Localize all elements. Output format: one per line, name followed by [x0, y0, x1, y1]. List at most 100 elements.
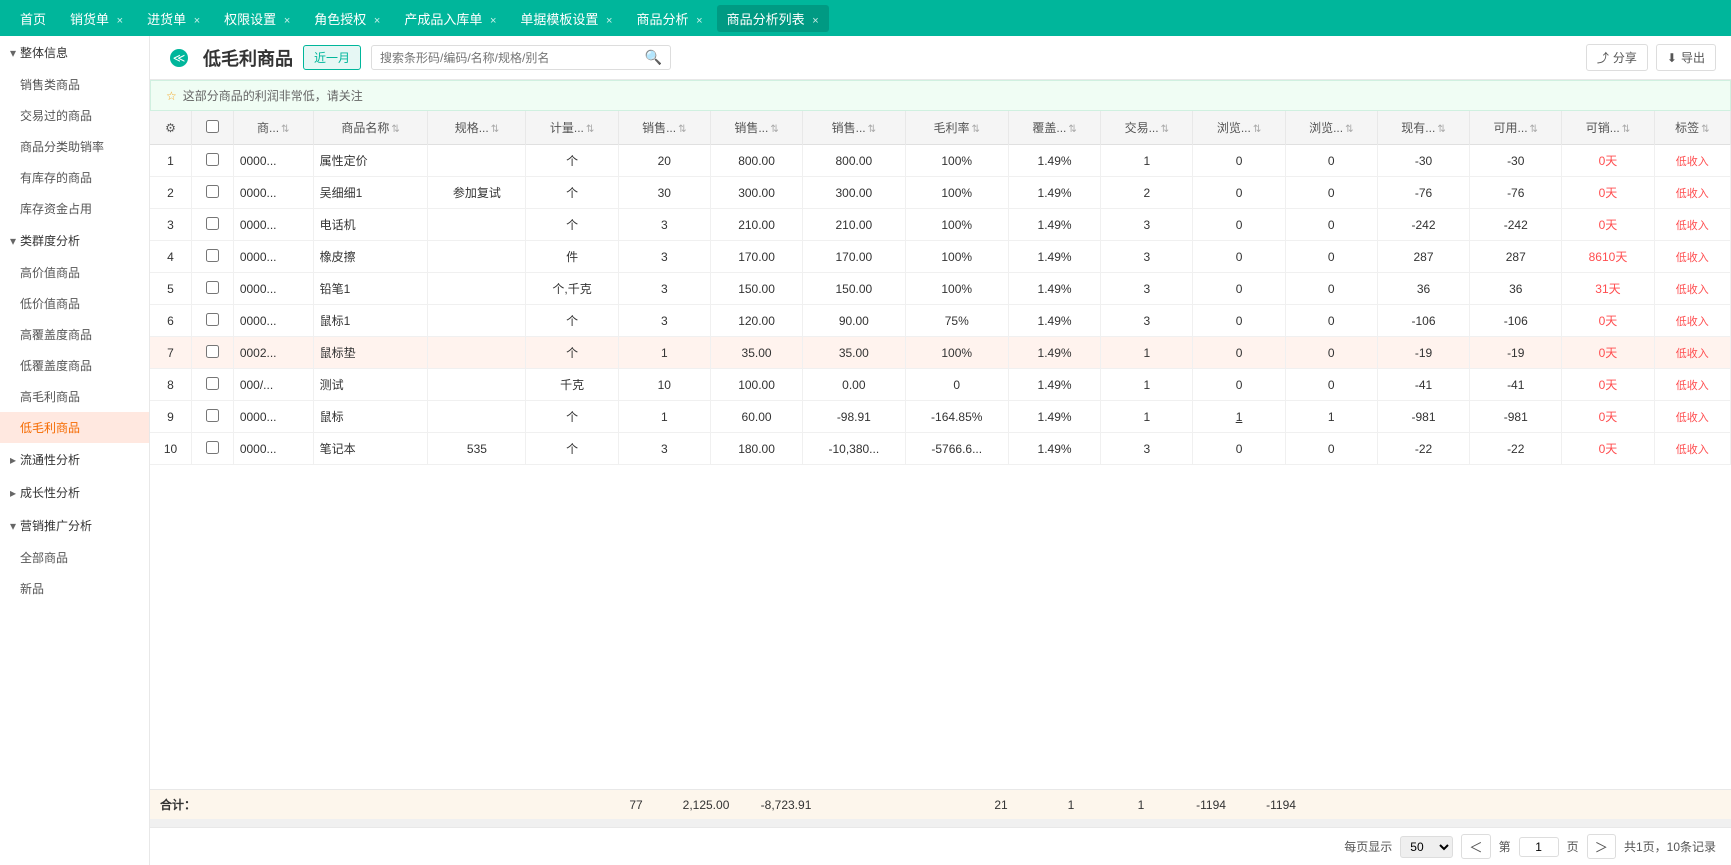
nav-goods-analysis-list[interactable]: 商品分析列表 × — [717, 5, 829, 32]
sidebar-group-flow[interactable]: ▸ 流通性分析 — [0, 443, 149, 476]
row-select-checkbox[interactable] — [206, 377, 219, 390]
row-current: -76 — [1377, 177, 1469, 209]
row-checkbox[interactable] — [192, 177, 234, 209]
th-code: 商...⇅ — [233, 111, 313, 145]
row-view1[interactable]: 0 — [1193, 273, 1285, 305]
row-checkbox[interactable] — [192, 305, 234, 337]
select-all-checkbox[interactable] — [206, 120, 219, 133]
row-select-checkbox[interactable] — [206, 441, 219, 454]
sidebar-item-new-goods[interactable]: 新品 — [0, 573, 149, 604]
page-number-input[interactable] — [1519, 837, 1559, 857]
row-unit: 个 — [526, 433, 618, 465]
sidebar-item-stock-goods[interactable]: 有库存的商品 — [0, 162, 149, 193]
sidebar-item-high-value[interactable]: 高价值商品 — [0, 257, 149, 288]
row-view1[interactable]: 0 — [1193, 305, 1285, 337]
row-checkbox[interactable] — [192, 209, 234, 241]
row-unit: 个 — [526, 209, 618, 241]
sidebar-item-low-margin[interactable]: 低毛利商品 — [0, 412, 149, 443]
sidebar-item-high-coverage[interactable]: 高覆盖度商品 — [0, 319, 149, 350]
sidebar-item-stock-capital[interactable]: 库存资金占用 — [0, 193, 149, 224]
nav-home[interactable]: 首页 — [10, 5, 56, 32]
page-size-select[interactable]: 50 100 200 — [1400, 836, 1453, 858]
search-input[interactable] — [380, 51, 645, 65]
row-available: -19 — [1470, 337, 1562, 369]
nav-permission[interactable]: 权限设置 × — [214, 5, 300, 32]
row-sale-amount: 300.00 — [803, 177, 905, 209]
nav-template[interactable]: 单据模板设置 × — [510, 5, 622, 32]
nav-goods-analysis[interactable]: 商品分析 × — [626, 5, 712, 32]
row-view2: 0 — [1285, 433, 1377, 465]
row-sale-qty: 20 — [618, 145, 710, 177]
row-sale-qty: 10 — [618, 369, 710, 401]
sidebar-item-traded-goods[interactable]: 交易过的商品 — [0, 100, 149, 131]
search-icon[interactable]: 🔍 — [645, 49, 662, 66]
nav-permission-close[interactable]: × — [284, 15, 290, 27]
sidebar-group-overall[interactable]: ▾ 整体信息 — [0, 36, 149, 69]
row-select-checkbox[interactable] — [206, 313, 219, 326]
row-sale-amount: -98.91 — [803, 401, 905, 433]
nav-role-close[interactable]: × — [374, 15, 380, 27]
th-checkbox[interactable] — [192, 111, 234, 145]
sidebar-group-marketing[interactable]: ▾ 营销推广分析 — [0, 509, 149, 542]
row-select-checkbox[interactable] — [206, 345, 219, 358]
pagination-bar: 每页显示 50 100 200 ＜ 第 页 ＞ 共1页，10条记录 — [150, 827, 1731, 865]
row-no: 1 — [150, 145, 192, 177]
row-view1[interactable]: 0 — [1193, 209, 1285, 241]
row-checkbox[interactable] — [192, 337, 234, 369]
nav-role[interactable]: 角色授权 × — [304, 5, 390, 32]
nav-goods-list-close[interactable]: × — [812, 15, 818, 27]
tab-recent-month[interactable]: 近一月 — [303, 45, 361, 70]
sidebar-item-all-goods[interactable]: 全部商品 — [0, 542, 149, 573]
row-sale-qty: 3 — [618, 305, 710, 337]
sidebar-item-category-rate[interactable]: 商品分类助销率 — [0, 131, 149, 162]
row-checkbox[interactable] — [192, 241, 234, 273]
row-cover: 1.49% — [1008, 145, 1100, 177]
nav-product-in[interactable]: 产成品入库单 × — [394, 5, 506, 32]
sidebar-item-sales-goods[interactable]: 销售类商品 — [0, 69, 149, 100]
row-no: 9 — [150, 401, 192, 433]
row-view1[interactable]: 0 — [1193, 337, 1285, 369]
row-sale-price: 180.00 — [710, 433, 802, 465]
sidebar-item-low-coverage[interactable]: 低覆盖度商品 — [0, 350, 149, 381]
sidebar-item-low-value[interactable]: 低价值商品 — [0, 288, 149, 319]
next-page-btn[interactable]: ＞ — [1587, 834, 1616, 859]
nav-template-close[interactable]: × — [606, 15, 612, 27]
row-select-checkbox[interactable] — [206, 153, 219, 166]
row-select-checkbox[interactable] — [206, 217, 219, 230]
row-view1[interactable]: 1 — [1193, 401, 1285, 433]
row-view1[interactable]: 0 — [1193, 145, 1285, 177]
nav-sales-close[interactable]: × — [117, 15, 123, 27]
row-checkbox[interactable] — [192, 401, 234, 433]
nav-purchase[interactable]: 进货单 × — [137, 5, 210, 32]
row-code: 0000... — [233, 273, 313, 305]
nav-sales[interactable]: 销货单 × — [60, 5, 133, 32]
row-spec — [428, 273, 526, 305]
row-cover: 1.49% — [1008, 433, 1100, 465]
row-view1[interactable]: 0 — [1193, 369, 1285, 401]
row-checkbox[interactable] — [192, 369, 234, 401]
row-checkbox[interactable] — [192, 433, 234, 465]
row-view1[interactable]: 0 — [1193, 241, 1285, 273]
horizontal-scrollbar[interactable] — [150, 819, 1731, 827]
th-setting[interactable]: ⚙ — [150, 111, 192, 145]
prev-page-btn[interactable]: ＜ — [1461, 834, 1490, 859]
row-view1[interactable]: 0 — [1193, 177, 1285, 209]
row-checkbox[interactable] — [192, 273, 234, 305]
sidebar-group-growth[interactable]: ▸ 成长性分析 — [0, 476, 149, 509]
row-view1[interactable]: 0 — [1193, 433, 1285, 465]
row-select-checkbox[interactable] — [206, 249, 219, 262]
nav-purchase-close[interactable]: × — [194, 15, 200, 27]
nav-goods-analysis-close[interactable]: × — [696, 15, 702, 27]
row-checkbox[interactable] — [192, 145, 234, 177]
collapse-sidebar-btn[interactable]: ≪ — [170, 49, 188, 67]
export-button[interactable]: ⬇ 导出 — [1656, 44, 1716, 71]
share-button[interactable]: ⤴ 分享 — [1586, 44, 1648, 71]
sidebar-group-cluster[interactable]: ▾ 类群度分析 — [0, 224, 149, 257]
row-select-checkbox[interactable] — [206, 281, 219, 294]
sidebar-item-high-margin[interactable]: 高毛利商品 — [0, 381, 149, 412]
row-name: 吴细细1 — [313, 177, 428, 209]
row-select-checkbox[interactable] — [206, 409, 219, 422]
nav-product-in-close[interactable]: × — [490, 15, 496, 27]
row-sale-amount: 210.00 — [803, 209, 905, 241]
row-select-checkbox[interactable] — [206, 185, 219, 198]
